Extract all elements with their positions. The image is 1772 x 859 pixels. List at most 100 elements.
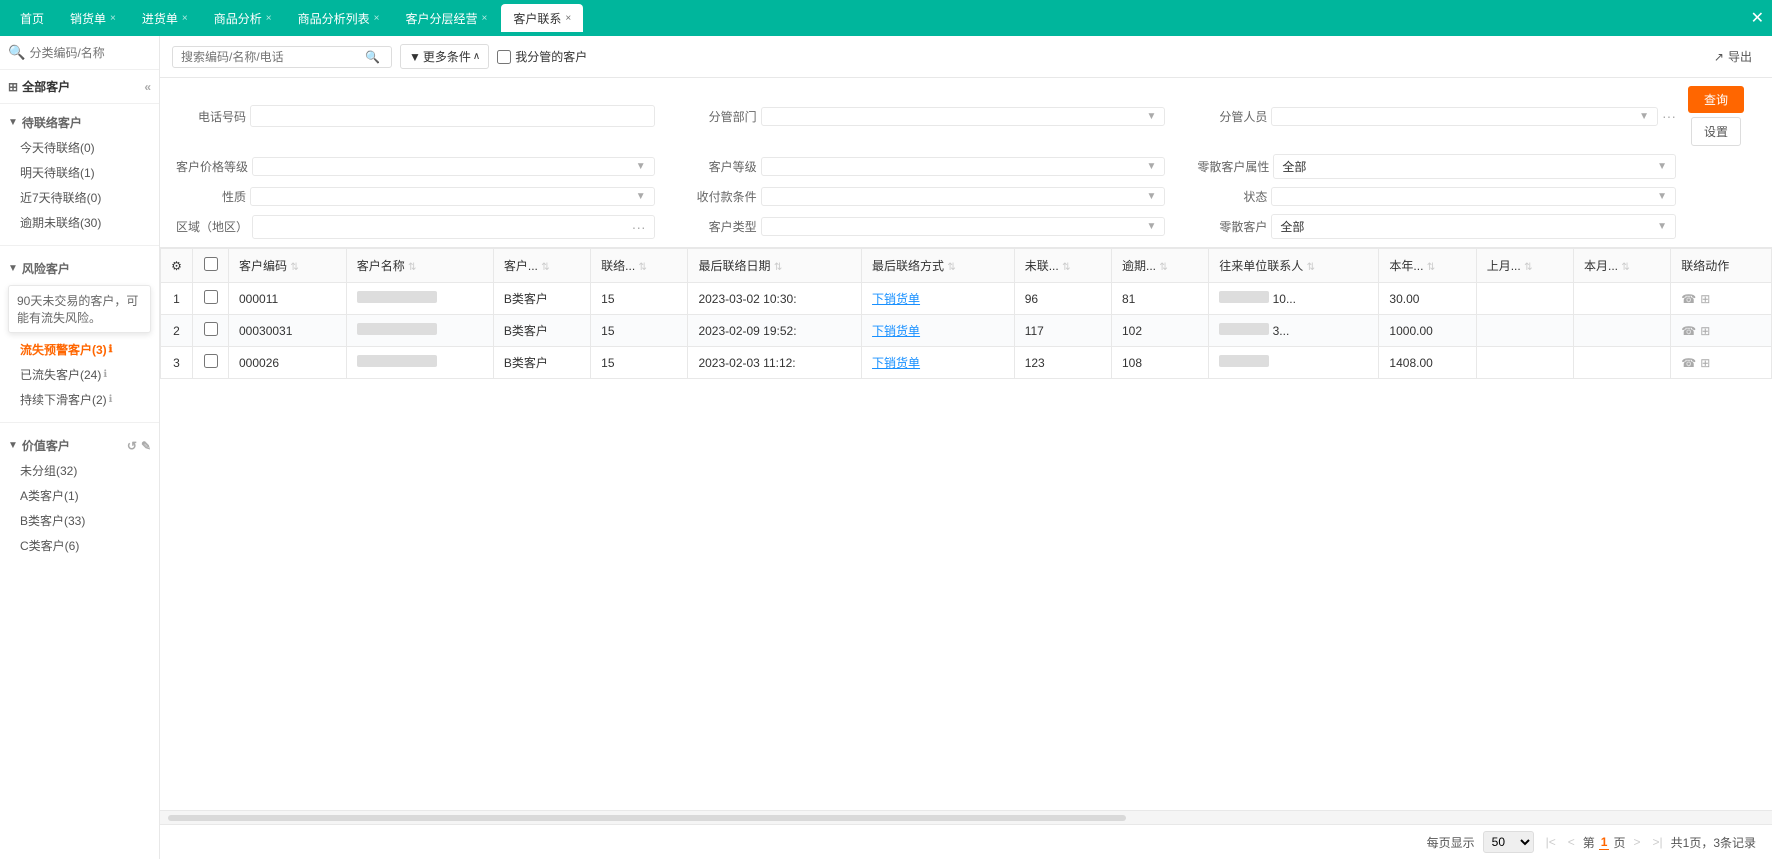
- row2-action-icon-2[interactable]: ⊞: [1700, 324, 1710, 338]
- sort-this-month-icon[interactable]: ⇅: [1621, 262, 1629, 273]
- sort-code-icon[interactable]: ⇅: [290, 262, 298, 273]
- sidebar-all-customers[interactable]: ⊞ 全部客户 «: [0, 70, 159, 104]
- row1-last-method-link[interactable]: 下销货单: [872, 292, 920, 306]
- tab-product-analysis[interactable]: 商品分析 ×: [202, 4, 284, 32]
- row2-last-method[interactable]: 下销货单: [862, 315, 1015, 347]
- filter-status-select[interactable]: ▼: [1271, 187, 1676, 206]
- export-btn[interactable]: ↗ 导出: [1706, 45, 1760, 68]
- settings-button[interactable]: 设置: [1691, 117, 1741, 146]
- row1-action: ☎ ⊞: [1671, 283, 1772, 315]
- first-page-btn[interactable]: |<: [1542, 833, 1560, 851]
- filter-region-more[interactable]: ···: [632, 219, 646, 235]
- sort-last-date-icon[interactable]: ⇅: [774, 262, 782, 273]
- filter-manager-select[interactable]: ▼: [1271, 107, 1658, 126]
- row2-last-method-link[interactable]: 下销货单: [872, 324, 920, 338]
- sort-contact-icon[interactable]: ⇅: [639, 262, 647, 273]
- sidebar-item-class-b[interactable]: B类客户(33): [0, 508, 159, 533]
- sidebar-section-risk-title[interactable]: ▼ 风险客户: [0, 256, 159, 281]
- horizontal-scrollbar[interactable]: [160, 810, 1772, 824]
- row3-last-method[interactable]: 下销货单: [862, 347, 1015, 379]
- tab-customer-tier-close[interactable]: ×: [481, 13, 487, 24]
- sort-level-icon[interactable]: ⇅: [541, 262, 549, 273]
- query-button[interactable]: 查询: [1688, 86, 1744, 113]
- sort-last-method-icon[interactable]: ⇅: [947, 262, 955, 273]
- sort-this-year-icon[interactable]: ⇅: [1427, 262, 1435, 273]
- sidebar-item-churned[interactable]: 已流失客户(24) ℹ: [0, 362, 159, 387]
- value-refresh-icon[interactable]: ↺: [127, 439, 137, 453]
- filter-phone-input[interactable]: [250, 105, 655, 127]
- filter-nature-select[interactable]: ▼: [250, 187, 655, 206]
- sort-last-month-icon[interactable]: ⇅: [1524, 262, 1532, 273]
- tab-customer-tier[interactable]: 客户分层经营 ×: [393, 4, 499, 32]
- tab-purchase-order[interactable]: 进货单 ×: [130, 4, 200, 32]
- th-settings[interactable]: ⚙: [161, 249, 193, 283]
- sidebar-item-overdue-contact[interactable]: 逾期未联络(30): [0, 210, 159, 235]
- row2-action-icon-1[interactable]: ☎: [1681, 324, 1696, 338]
- filter-manager-more[interactable]: ···: [1662, 108, 1676, 124]
- sidebar-item-class-c[interactable]: C类客户(6): [0, 533, 159, 558]
- sidebar-item-today[interactable]: 今天待联络(0): [0, 135, 159, 160]
- row1-checkbox[interactable]: [204, 290, 218, 304]
- sidebar-item-ungrouped[interactable]: 未分组(32): [0, 458, 159, 483]
- sidebar-item-declining[interactable]: 持续下滑客户(2) ℹ: [0, 387, 159, 412]
- tab-product-analysis-close[interactable]: ×: [266, 13, 272, 24]
- value-edit-icon[interactable]: ✎: [141, 439, 151, 453]
- select-all-checkbox[interactable]: [204, 257, 218, 271]
- search-input[interactable]: [181, 50, 361, 64]
- sort-contact-person-icon[interactable]: ⇅: [1307, 262, 1315, 273]
- sidebar-item-7days[interactable]: 近7天待联络(0): [0, 185, 159, 210]
- row2-num: 2: [161, 315, 193, 347]
- row2-checkbox[interactable]: [204, 322, 218, 336]
- sidebar-section-value-title[interactable]: ▼ 价值客户 ↺ ✎: [0, 433, 159, 458]
- per-page-select[interactable]: 50 100 200: [1483, 831, 1534, 853]
- filter-more-btn[interactable]: ▼ 更多条件 ∧: [400, 44, 489, 69]
- search-submit-icon[interactable]: 🔍: [365, 50, 380, 64]
- sidebar-item-tomorrow[interactable]: 明天待联络(1): [0, 160, 159, 185]
- th-contact-person: 往来单位联系人 ⇅: [1209, 249, 1379, 283]
- next-page-btn[interactable]: >: [1630, 833, 1645, 851]
- filter-dept-select[interactable]: ▼: [761, 107, 1166, 126]
- sidebar-divider-1: [0, 245, 159, 246]
- row2-contact-person-extra: 3...: [1273, 324, 1290, 338]
- sidebar-item-churn-warning[interactable]: 流失预警客户(3) ℹ: [0, 337, 159, 362]
- my-customers-checkbox-label[interactable]: 我分管的客户: [497, 48, 587, 65]
- row3-action-icon-2[interactable]: ⊞: [1700, 356, 1710, 370]
- prev-page-btn[interactable]: <: [1564, 833, 1579, 851]
- filter-customer-level-select[interactable]: ▼: [761, 157, 1166, 176]
- row3-checkbox[interactable]: [204, 354, 218, 368]
- filter-retail-attr-select[interactable]: 全部 ▼: [1273, 154, 1676, 179]
- filter-icon: ▼: [409, 50, 421, 64]
- close-all-tabs[interactable]: ✕: [1751, 8, 1764, 28]
- sort-name-icon[interactable]: ⇅: [408, 262, 416, 273]
- scroll-thumb[interactable]: [168, 815, 1126, 821]
- filter-region-select[interactable]: ···: [252, 215, 655, 239]
- row1-last-method[interactable]: 下销货单: [862, 283, 1015, 315]
- tab-customer-contact[interactable]: 客户联系 ×: [501, 4, 583, 32]
- tab-sales-order-close[interactable]: ×: [110, 13, 116, 24]
- last-page-btn[interactable]: >|: [1649, 833, 1667, 851]
- row1-action-icon-2[interactable]: ⊞: [1700, 292, 1710, 306]
- sort-uncontacted-icon[interactable]: ⇅: [1062, 262, 1070, 273]
- sidebar-section-pending-title[interactable]: ▼ 待联络客户: [0, 110, 159, 135]
- tab-purchase-order-close[interactable]: ×: [182, 13, 188, 24]
- filter-customer-type-select[interactable]: ▼: [761, 217, 1166, 236]
- tab-sales-order[interactable]: 销货单 ×: [58, 4, 128, 32]
- row1-action-icon-1[interactable]: ☎: [1681, 292, 1696, 306]
- my-customers-checkbox[interactable]: [497, 50, 511, 64]
- row3-last-method-link[interactable]: 下销货单: [872, 356, 920, 370]
- tab-product-analysis-list[interactable]: 商品分析列表 ×: [286, 4, 392, 32]
- sort-overdue-icon[interactable]: ⇅: [1159, 262, 1167, 273]
- tab-product-analysis-list-close[interactable]: ×: [374, 13, 380, 24]
- filter-retail-customer-select[interactable]: 全部 ▼: [1271, 214, 1676, 239]
- row3-action-icon-1[interactable]: ☎: [1681, 356, 1696, 370]
- sidebar-item-class-a[interactable]: A类客户(1): [0, 483, 159, 508]
- tab-customer-contact-close[interactable]: ×: [565, 13, 571, 24]
- th-checkbox[interactable]: [193, 249, 229, 283]
- tab-home[interactable]: 首页: [8, 4, 56, 32]
- filter-label: 更多条件: [423, 48, 471, 65]
- filter-payment-select[interactable]: ▼: [761, 187, 1166, 206]
- sidebar-search-input[interactable]: [29, 46, 151, 60]
- filter-price-level-select[interactable]: ▼: [252, 157, 655, 176]
- row2-contact: 15: [591, 315, 688, 347]
- sidebar-collapse-icon[interactable]: «: [144, 80, 151, 94]
